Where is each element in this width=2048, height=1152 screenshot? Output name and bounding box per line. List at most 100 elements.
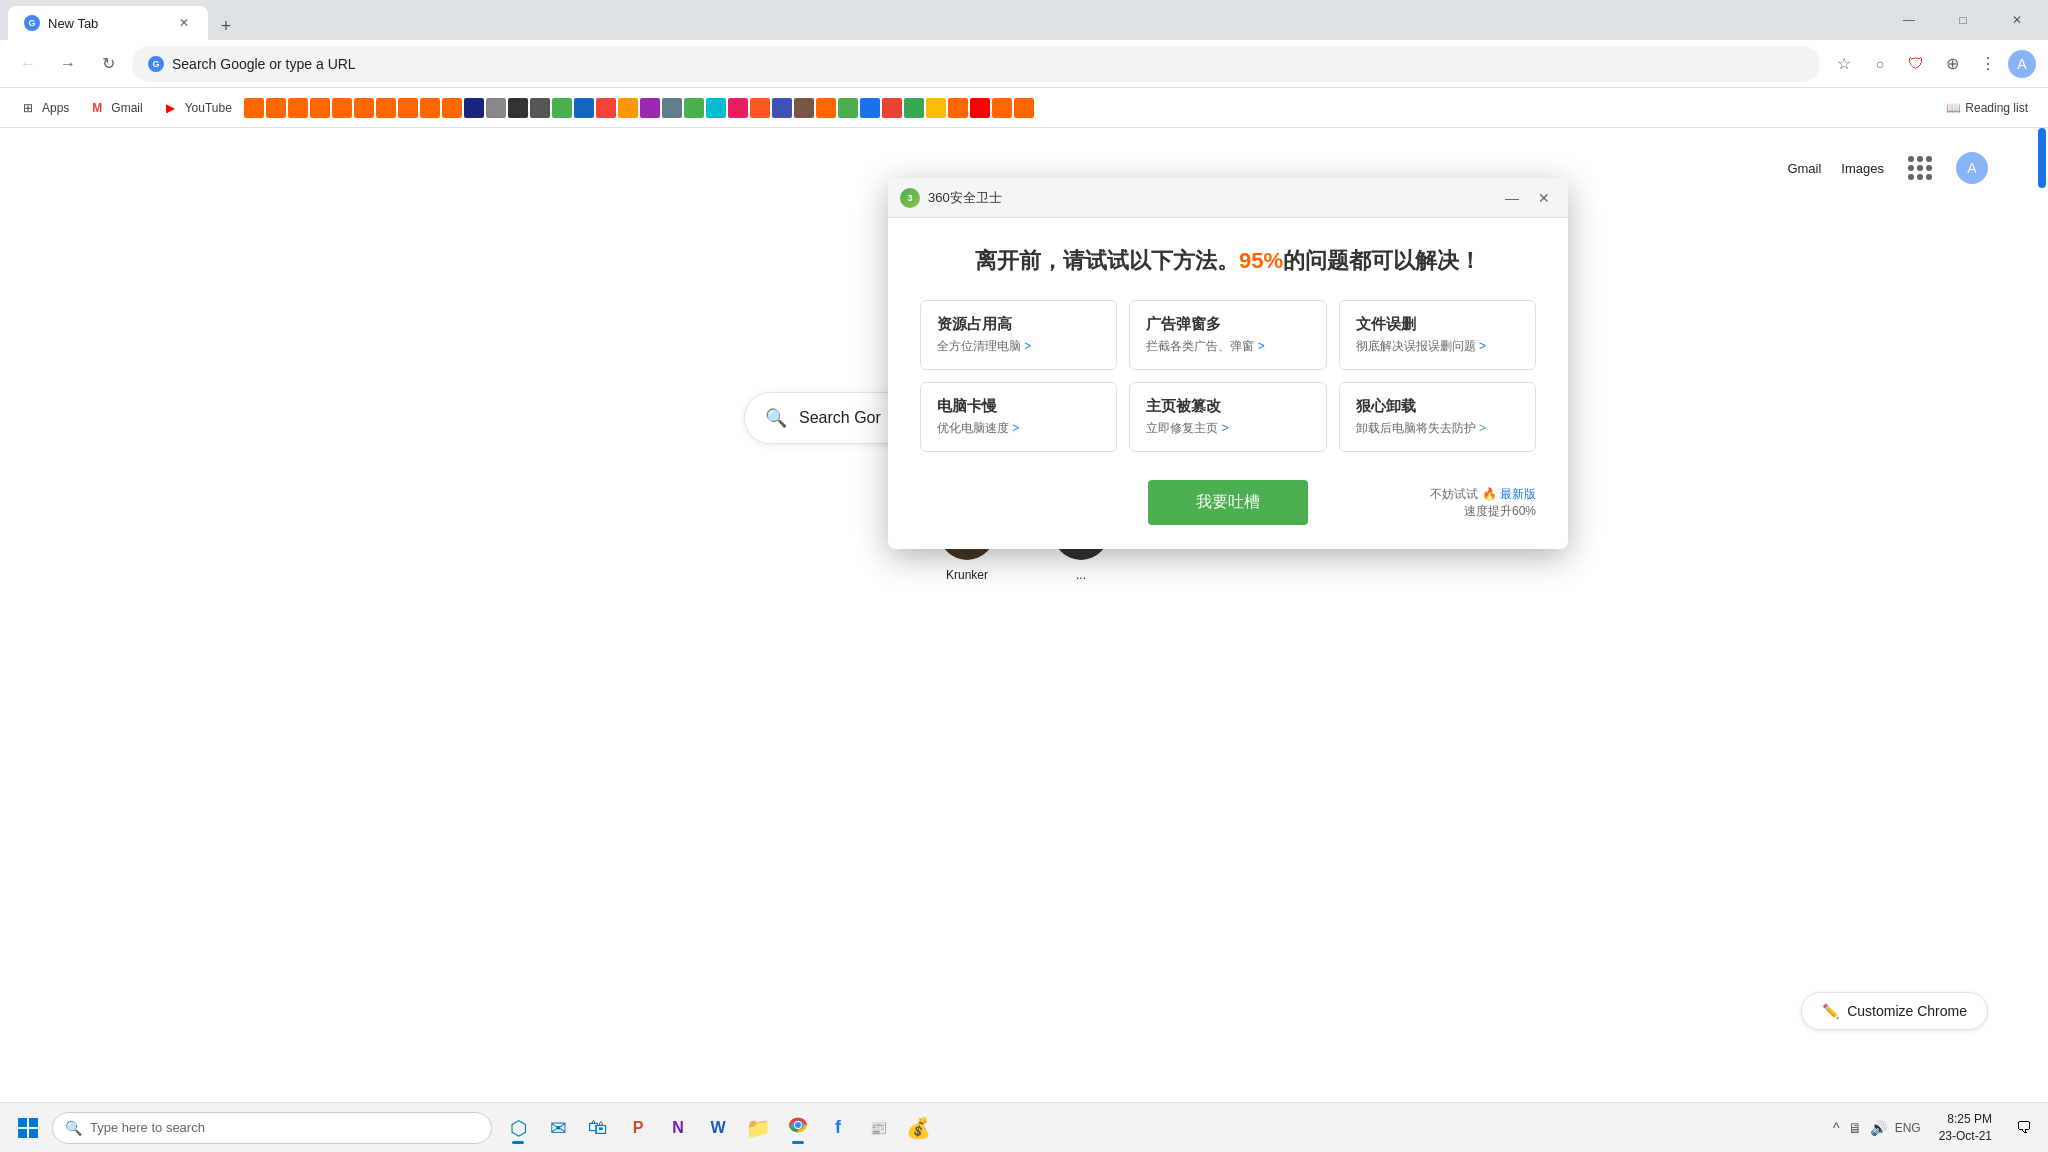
bk-18[interactable] (618, 98, 638, 118)
card-2-desc: 彻底解决误报误删问题 > (1356, 338, 1519, 355)
bk-36[interactable] (1014, 98, 1034, 118)
taskbar-app-facebook[interactable]: f (820, 1110, 856, 1146)
word-icon: W (710, 1119, 725, 1137)
dialog-card-2[interactable]: 文件误删 彻底解决误报误删问题 > (1339, 300, 1536, 370)
bk-35[interactable] (992, 98, 1012, 118)
extensions-btn[interactable]: ⊕ (1936, 48, 1968, 80)
taskbar-clock[interactable]: 8:25 PM 23-Oct-21 (1931, 1111, 2000, 1145)
bk-16[interactable] (574, 98, 594, 118)
mail-icon: ✉ (550, 1116, 567, 1140)
bk-11[interactable] (464, 98, 484, 118)
bookmark-youtube[interactable]: ▶ YouTube (155, 96, 240, 120)
address-bar[interactable]: G Search Google or type a URL (132, 46, 1820, 82)
systray-battery[interactable]: ENG (1893, 1119, 1923, 1137)
notification-btn[interactable]: 🗨 (2008, 1112, 2040, 1144)
taskbar-app-store[interactable]: 🛍 (580, 1110, 616, 1146)
chrome-menu-btn[interactable]: ⋮ (1972, 48, 2004, 80)
taskbar-app-mail[interactable]: ✉ (540, 1110, 576, 1146)
bk-6[interactable] (354, 98, 374, 118)
start-btn[interactable] (8, 1108, 48, 1148)
dialog-card-5[interactable]: 狠心卸载 卸载后电脑将失去防护 > (1339, 382, 1536, 452)
bk-10[interactable] (442, 98, 462, 118)
dialog-main-btn[interactable]: 我要吐槽 (1148, 480, 1308, 525)
taskbar-app-outlook[interactable]: 📰 (860, 1110, 896, 1146)
systray-network[interactable]: 🖥 (1846, 1118, 1864, 1138)
taskbar-search[interactable]: 🔍 Type here to search (52, 1112, 492, 1144)
active-tab[interactable]: G New Tab ✕ (8, 6, 208, 40)
bk-22[interactable] (706, 98, 726, 118)
taskbar-app-green[interactable]: 💰 (900, 1110, 936, 1146)
forward-btn[interactable]: → (52, 48, 84, 80)
bk-17[interactable] (596, 98, 616, 118)
bk-21[interactable] (684, 98, 704, 118)
card-4-desc: 立即修复主页 > (1146, 420, 1309, 437)
taskbar-app-powerpoint[interactable]: P (620, 1110, 656, 1146)
bk-29[interactable] (860, 98, 880, 118)
dialog-card-3[interactable]: 电脑卡慢 优化电脑速度 > (920, 382, 1117, 452)
bk-8[interactable] (398, 98, 418, 118)
card-2-title: 文件误删 (1356, 315, 1519, 334)
shield-icon[interactable]: 🛡 (1900, 48, 1932, 80)
dialog-minimize-btn[interactable]: — (1500, 186, 1524, 210)
dialog-title-text: 360安全卫士 (928, 189, 1492, 207)
bk-7[interactable] (376, 98, 396, 118)
bk-25[interactable] (772, 98, 792, 118)
chrome-icon (788, 1115, 808, 1140)
bk-33[interactable] (948, 98, 968, 118)
bookmark-gmail[interactable]: M Gmail (81, 96, 150, 120)
bk-4[interactable] (310, 98, 330, 118)
reading-list-btn[interactable]: 📖 Search Google or type a URL Reading li… (1938, 97, 2036, 119)
bk-32[interactable] (926, 98, 946, 118)
footer-link[interactable]: 🔥 最新版 (1482, 487, 1536, 501)
bk-3[interactable] (288, 98, 308, 118)
bookmark-overflow (244, 98, 1934, 118)
taskbar-app-dell[interactable]: ⬡ (500, 1110, 536, 1146)
bk-31[interactable] (904, 98, 924, 118)
minimize-btn[interactable]: — (1886, 4, 1932, 36)
bk-15[interactable] (552, 98, 572, 118)
back-btn[interactable]: ← (12, 48, 44, 80)
bk-20[interactable] (662, 98, 682, 118)
bk-26[interactable] (794, 98, 814, 118)
bk-14[interactable] (530, 98, 550, 118)
bk-5[interactable] (332, 98, 352, 118)
bk-9[interactable] (420, 98, 440, 118)
taskbar-app-onenote[interactable]: N (660, 1110, 696, 1146)
bk-13[interactable] (508, 98, 528, 118)
bookmark-btn[interactable]: ☆ (1828, 48, 1860, 80)
reload-btn[interactable]: ↻ (92, 48, 124, 80)
card-0-desc: 全方位清理电脑 > (937, 338, 1100, 355)
dialog-card-4[interactable]: 主页被篡改 立即修复主页 > (1129, 382, 1326, 452)
taskbar-app-files[interactable]: 📁 (740, 1110, 776, 1146)
bk-24[interactable] (750, 98, 770, 118)
systray-chevron[interactable]: ^ (1831, 1118, 1842, 1138)
bk-34[interactable] (970, 98, 990, 118)
bk-12[interactable] (486, 98, 506, 118)
circle-icon[interactable]: ○ (1864, 48, 1896, 80)
card-1-link: > (1258, 339, 1265, 353)
bk-1[interactable] (244, 98, 264, 118)
taskbar-search-icon: 🔍 (65, 1120, 82, 1136)
start-icon (18, 1118, 38, 1138)
new-tab-btn[interactable]: + (212, 12, 240, 40)
dialog-close-btn[interactable]: ✕ (1532, 186, 1556, 210)
dialog-logo: 3 (900, 188, 920, 208)
bk-30[interactable] (882, 98, 902, 118)
bookmark-apps[interactable]: ⊞ Apps (12, 96, 77, 120)
tab-close-btn[interactable]: ✕ (176, 15, 192, 31)
maximize-btn[interactable]: □ (1940, 4, 1986, 36)
profile-btn[interactable]: A (2008, 50, 2036, 78)
bk-23[interactable] (728, 98, 748, 118)
dialog-body: 离开前，请试试以下方法。95%的问题都可以解决！ 资源占用高 全方位清理电脑 >… (888, 218, 1568, 549)
dialog-card-1[interactable]: 广告弹窗多 拦截各类广告、弹窗 > (1129, 300, 1326, 370)
bk-19[interactable] (640, 98, 660, 118)
close-btn[interactable]: ✕ (1994, 4, 2040, 36)
taskbar-app-word[interactable]: W (700, 1110, 736, 1146)
dialog-card-0[interactable]: 资源占用高 全方位清理电脑 > (920, 300, 1117, 370)
bk-28[interactable] (838, 98, 858, 118)
bk-2[interactable] (266, 98, 286, 118)
systray-sound[interactable]: 🔊 (1868, 1118, 1889, 1138)
bk-27[interactable] (816, 98, 836, 118)
card-1-title: 广告弹窗多 (1146, 315, 1309, 334)
taskbar-app-chrome[interactable] (780, 1110, 816, 1146)
